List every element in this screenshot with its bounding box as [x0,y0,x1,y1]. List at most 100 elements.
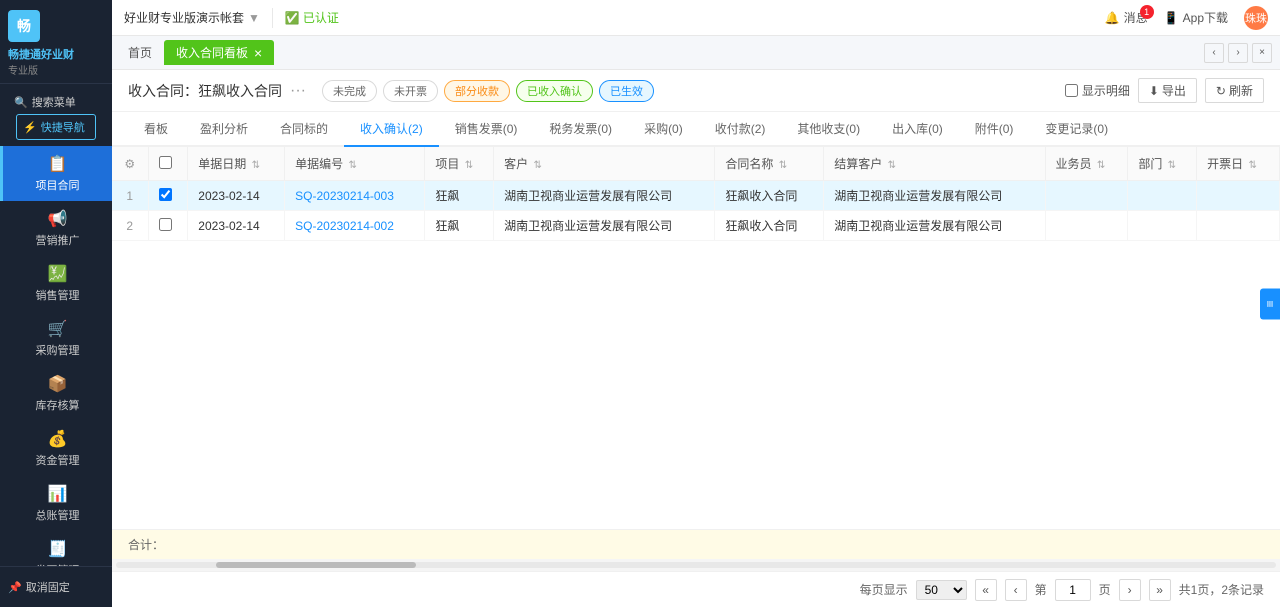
row-customer-cell: 湖南卫视商业运营发展有限公司 [494,181,715,211]
invoice-date-header[interactable]: 开票日 ⇅ [1197,147,1280,181]
tab-warehouse[interactable]: 出入库(0) [876,112,959,147]
row-contract-name-cell: 狂飙收入合同 [715,211,824,241]
tab-contract-items[interactable]: 合同标的 [264,112,344,147]
refresh-button[interactable]: ↻ 刷新 [1205,78,1264,103]
sidebar-item-ledger[interactable]: 📊 总账管理 [0,476,112,531]
sidebar: 畅 畅捷通好业财 专业版 🔍 搜索菜单 ⚡ 快捷导航 📋 项目合同 📢 营销推广… [0,0,112,607]
tab-tax-invoice[interactable]: 税务发票(0) [533,112,628,147]
sidebar-item-sales[interactable]: 💹 销售管理 [0,256,112,311]
tab-kanban[interactable]: 看板 [128,112,184,147]
checkbox-header[interactable] [148,147,188,181]
show-detail-checkbox[interactable] [1065,84,1078,97]
tab-attachments[interactable]: 附件(0) [959,112,1030,147]
status-revenue-confirmed[interactable]: 已收入确认 [516,80,593,102]
download-icon: 📱 [1164,11,1179,25]
table-row[interactable]: 1 2023-02-14 SQ-20230214-003 狂飙 湖南卫视商业运营… [112,181,1280,211]
sidebar-nav: 📋 项目合同 📢 营销推广 💹 销售管理 🛒 采购管理 📦 库存核算 💰 资金管… [0,146,112,566]
sidebar-item-label: 采购管理 [36,342,80,358]
table-footer: 合计： [112,529,1280,559]
status-uninvoiced[interactable]: 未开票 [383,80,438,102]
user-avatar-button[interactable]: 珠珠 [1244,6,1268,30]
invoice-icon: 🧾 [48,539,68,559]
customer-header[interactable]: 客户 ⇅ [494,147,715,181]
topbar: 好业财专业版演示帐套 ▼ ✅ 已认证 🔔 消息 1 📱 App下载 珠珠 [112,0,1280,36]
row-invoice-date-cell [1197,181,1280,211]
settle-customer-header[interactable]: 结算客户 ⇅ [824,147,1045,181]
contract-name-header[interactable]: 合同名称 ⇅ [715,147,824,181]
next-page-button[interactable]: › [1119,579,1141,601]
row-checkbox-cell[interactable] [148,211,188,241]
date-header[interactable]: 单据日期 ⇅ [188,147,285,181]
export-label: 导出 [1162,82,1186,99]
customer-sort-icon: ⇅ [533,160,541,171]
tab-change-log[interactable]: 变更记录(0) [1029,112,1124,147]
home-tab[interactable]: 首页 [120,40,160,65]
status-effective[interactable]: 已生效 [599,80,654,102]
project-label: 项目 [435,157,459,171]
page-input[interactable] [1055,579,1091,601]
tab-revenue-confirm[interactable]: 收入确认(2) [344,112,439,147]
dept-header[interactable]: 部门 ⇅ [1128,147,1197,181]
settings-icon[interactable]: ⚙ [124,157,135,171]
tab-next-button[interactable]: › [1228,43,1248,63]
show-detail-label[interactable]: 显示明细 [1065,82,1130,99]
project-contract-icon: 📋 [48,154,68,174]
contract-name-sort-icon: ⇅ [779,160,787,171]
page-size-select[interactable]: 50 20 100 [916,580,967,600]
more-button[interactable]: ··· [290,82,306,100]
sidebar-item-marketing[interactable]: 📢 营销推广 [0,201,112,256]
tab-other-income[interactable]: 其他收支(0) [781,112,876,147]
tab-sales-invoice[interactable]: 销售发票(0) [439,112,534,147]
row-salesman-cell [1045,181,1128,211]
sidebar-item-purchase[interactable]: 🛒 采购管理 [0,311,112,366]
app-download-button[interactable]: 📱 App下载 [1164,9,1228,26]
active-tab-label: 收入合同看板 [176,44,248,61]
tab-close-all-button[interactable]: × [1252,43,1272,63]
salesman-header[interactable]: 业务员 ⇅ [1045,147,1128,181]
search-menu-button[interactable]: 🔍 搜索菜单 [8,90,104,114]
sidebar-item-inventory[interactable]: 📦 库存核算 [0,366,112,421]
status-uncompleted[interactable]: 未完成 [322,80,377,102]
tab-purchase[interactable]: 采购(0) [628,112,699,147]
scroll-thumb[interactable] [216,562,416,568]
sidebar-item-capital[interactable]: 💰 资金管理 [0,421,112,476]
row-number-link[interactable]: SQ-20230214-003 [295,189,394,203]
unpin-button[interactable]: 📌 取消固定 [8,575,104,599]
row-checkbox[interactable] [159,218,172,231]
invoice-date-label: 开票日 [1207,157,1243,171]
sidebar-item-invoice[interactable]: 🧾 发票管理 [0,531,112,566]
settings-header[interactable]: ⚙ [112,147,148,181]
sidebar-item-project-contract[interactable]: 📋 项目合同 [0,146,112,201]
row-contract-name-cell: 狂飙收入合同 [715,181,824,211]
select-all-checkbox[interactable] [159,156,172,169]
tab-prev-button[interactable]: ‹ [1204,43,1224,63]
right-panel-toggle[interactable]: ≡ [1260,288,1280,319]
scroll-track [116,562,1276,568]
number-label: 单据编号 [295,157,343,171]
company-selector[interactable]: 好业财专业版演示帐套 ▼ [124,9,260,26]
export-button[interactable]: ⬇ 导出 [1138,78,1197,103]
project-header[interactable]: 项目 ⇅ [425,147,494,181]
prev-page-button[interactable]: ‹ [1005,579,1027,601]
table-row[interactable]: 2 2023-02-14 SQ-20230214-002 狂飙 湖南卫视商业运营… [112,211,1280,241]
tab-payment[interactable]: 收付款(2) [699,112,782,147]
right-panel-icon: ≡ [1263,300,1277,307]
row-checkbox[interactable] [159,188,172,201]
first-page-button[interactable]: « [975,579,997,601]
horizontal-scrollbar[interactable] [112,559,1280,571]
settle-customer-sort-icon: ⇅ [888,160,896,171]
quick-nav-button[interactable]: ⚡ 快捷导航 [16,114,96,140]
logo-text: 畅捷通好业财 [8,46,104,62]
row-number-link[interactable]: SQ-20230214-002 [295,219,394,233]
last-page-button[interactable]: » [1149,579,1171,601]
close-tab-button[interactable]: × [254,45,262,61]
sidebar-search-area: 🔍 搜索菜单 ⚡ 快捷导航 [0,84,112,146]
active-tab[interactable]: 收入合同看板 × [164,40,274,65]
customer-label: 客户 [504,157,528,171]
number-header[interactable]: 单据编号 ⇅ [285,147,425,181]
messages-button[interactable]: 🔔 消息 1 [1105,9,1148,26]
row-checkbox-cell[interactable] [148,181,188,211]
row-customer-cell: 湖南卫视商业运营发展有限公司 [494,211,715,241]
tab-profit[interactable]: 盈利分析 [184,112,264,147]
status-partial-payment[interactable]: 部分收款 [444,80,510,102]
